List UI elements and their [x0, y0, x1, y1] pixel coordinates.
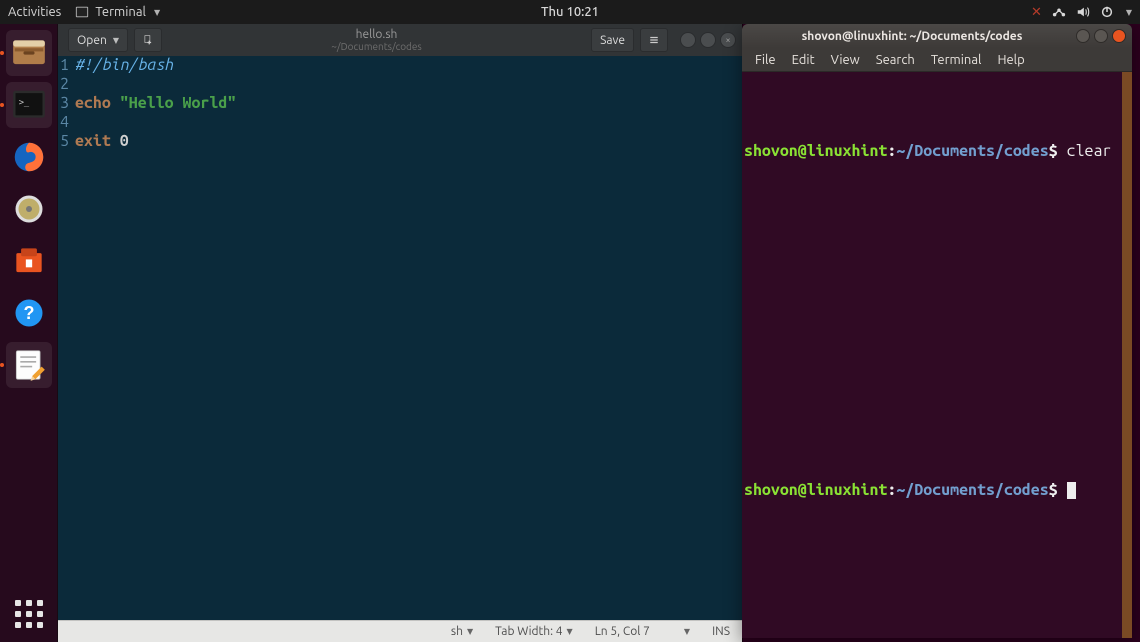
terminal-line: shovon@linuxhint:~/Documents/codes$ clea…	[744, 142, 1130, 161]
gedit-filename: hello.sh	[168, 28, 585, 41]
app-menu-label: Terminal	[95, 5, 146, 19]
menu-terminal[interactable]: Terminal	[924, 51, 989, 69]
terminal-window-controls	[1076, 29, 1126, 43]
save-button[interactable]: Save	[591, 28, 634, 52]
chevron-down-icon: ▼	[154, 8, 160, 17]
svg-text:?: ?	[24, 303, 35, 323]
terminal-body[interactable]: shovon@linuxhint:~/Documents/codes$ clea…	[742, 72, 1132, 638]
maximize-button[interactable]	[1094, 29, 1108, 43]
panel-clock[interactable]: Thu 10:21	[541, 5, 599, 19]
dock-help[interactable]: ?	[6, 290, 52, 336]
close-button[interactable]	[1112, 29, 1126, 43]
insert-mode[interactable]: INS	[712, 625, 730, 638]
maximize-button[interactable]	[700, 32, 716, 48]
top-panel: Activities Terminal ▼ Thu 10:21 ✕ ▼	[0, 0, 1140, 24]
code-line-2	[75, 75, 236, 94]
minimize-button[interactable]	[1076, 29, 1090, 43]
dock-software[interactable]	[6, 238, 52, 284]
activities-button[interactable]: Activities	[8, 5, 61, 19]
svg-text:>_: >_	[19, 98, 30, 108]
gedit-window: Open ▼ hello.sh ~/Documents/codes Save ×…	[58, 24, 742, 642]
firefox-icon	[10, 138, 48, 176]
new-document-icon	[143, 33, 153, 47]
tab-width-selector[interactable]: Tab Width: 4▼	[495, 625, 573, 638]
gedit-headerbar: Open ▼ hello.sh ~/Documents/codes Save ×	[58, 24, 742, 56]
dock: >_ ?	[0, 24, 58, 642]
gedit-window-controls: ×	[680, 32, 736, 48]
open-button[interactable]: Open ▼	[68, 28, 128, 52]
cursor-position[interactable]: Ln 5, Col 7▼	[595, 625, 690, 638]
terminal-icon: >_	[10, 86, 48, 124]
text-editor-icon	[10, 346, 48, 384]
chevron-down-icon: ▼	[113, 36, 119, 45]
close-button[interactable]: ×	[720, 32, 736, 48]
terminal-menubar: File Edit View Search Terminal Help	[742, 48, 1132, 72]
network-icon[interactable]	[1052, 5, 1066, 19]
new-tab-button[interactable]	[134, 28, 162, 52]
line-number-gutter: 1 2 3 4 5	[58, 56, 73, 620]
dock-terminal[interactable]: >_	[6, 82, 52, 128]
dock-files[interactable]	[6, 30, 52, 76]
hamburger-menu-button[interactable]	[640, 28, 668, 52]
save-button-label: Save	[600, 34, 625, 47]
terminal-cursor	[1067, 482, 1076, 499]
menu-search[interactable]: Search	[869, 51, 922, 69]
chevron-down-icon: ▼	[1126, 8, 1132, 17]
terminal-command: clear	[1067, 142, 1112, 160]
code-area[interactable]: #!/bin/bash echo "Hello World" exit 0	[73, 56, 236, 620]
gedit-filepath: ~/Documents/codes	[168, 41, 585, 52]
minimize-button[interactable]	[680, 32, 696, 48]
gedit-statusbar: sh▼ Tab Width: 4▼ Ln 5, Col 7▼ INS	[58, 620, 742, 642]
open-button-label: Open	[77, 34, 107, 47]
show-applications-button[interactable]	[9, 594, 49, 634]
dock-text-editor[interactable]	[6, 342, 52, 388]
terminal-small-icon	[75, 5, 89, 19]
dock-disks[interactable]	[6, 186, 52, 232]
app-menu[interactable]: Terminal ▼	[75, 5, 160, 19]
code-line-4	[75, 113, 236, 132]
terminal-title: shovon@linuxhint: ~/Documents/codes	[748, 30, 1076, 43]
code-line-3: echo "Hello World"	[75, 94, 236, 113]
hamburger-icon	[649, 33, 659, 47]
menu-edit[interactable]: Edit	[785, 51, 822, 69]
dock-firefox[interactable]	[6, 134, 52, 180]
menu-view[interactable]: View	[824, 51, 867, 69]
files-icon	[10, 34, 48, 72]
menu-help[interactable]: Help	[990, 51, 1031, 69]
menu-file[interactable]: File	[748, 51, 783, 69]
gedit-title: hello.sh ~/Documents/codes	[168, 28, 585, 52]
help-icon: ?	[11, 295, 47, 331]
syntax-selector[interactable]: sh▼	[451, 625, 473, 638]
terminal-window: shovon@linuxhint: ~/Documents/codes File…	[742, 24, 1132, 638]
power-icon[interactable]	[1100, 5, 1114, 19]
volume-icon[interactable]	[1076, 5, 1090, 19]
terminal-titlebar[interactable]: shovon@linuxhint: ~/Documents/codes	[742, 24, 1132, 48]
terminal-line: shovon@linuxhint:~/Documents/codes$	[744, 481, 1130, 500]
code-line-1: #!/bin/bash	[75, 56, 174, 74]
code-line-5: exit 0	[75, 132, 236, 151]
gedit-editor[interactable]: 1 2 3 4 5 #!/bin/bash echo "Hello World"…	[58, 56, 742, 620]
software-icon	[10, 242, 48, 280]
close-icon[interactable]: ✕	[1031, 5, 1042, 20]
terminal-scrollbar[interactable]	[1122, 72, 1132, 638]
disks-icon	[11, 191, 47, 227]
